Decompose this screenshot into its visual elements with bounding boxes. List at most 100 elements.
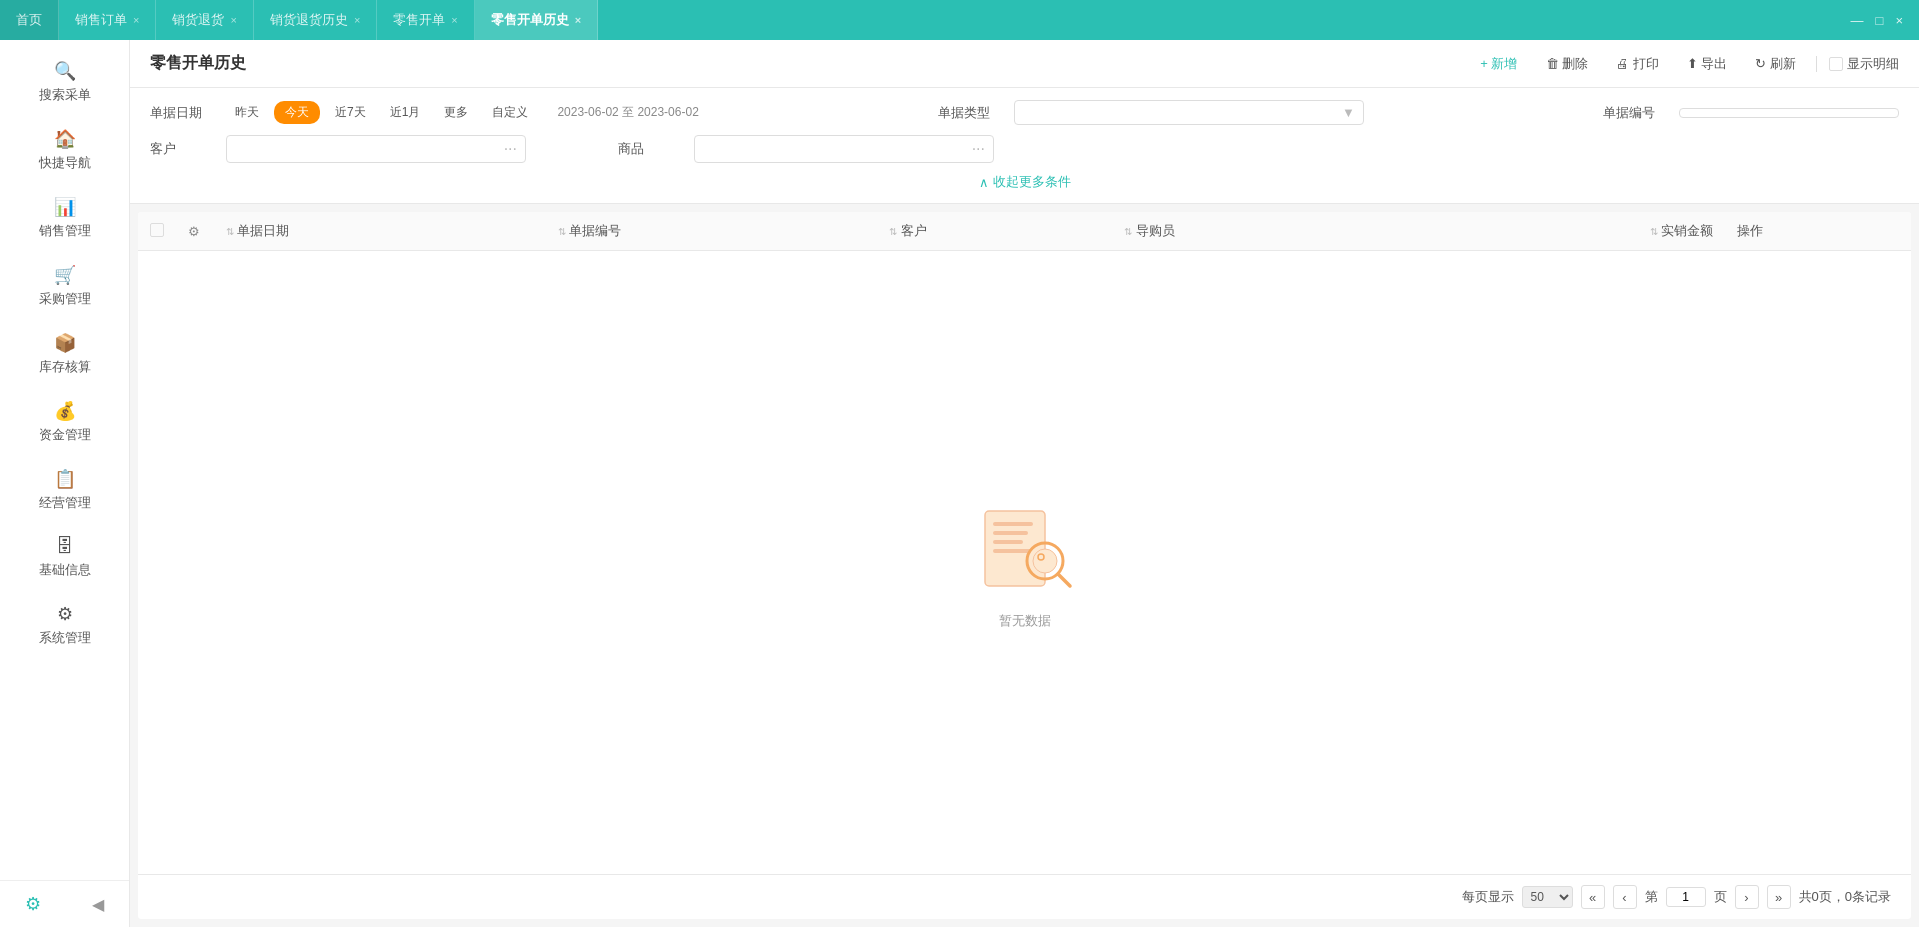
date-range: 2023-06-02 至 2023-06-02 [557, 104, 698, 121]
tab-list: 首页 销售订单 × 销货退货 × 销货退货历史 × 零售开单 × 零售开单历史 … [0, 0, 1851, 40]
window-min-button[interactable]: — [1851, 13, 1864, 28]
delete-button[interactable]: 🗑 删除 [1538, 51, 1597, 77]
table-header-gear: ⚙ [176, 212, 212, 251]
table-header-customer[interactable]: ⇅ 客户 [875, 212, 1110, 251]
page-of-label: 第 [1645, 888, 1658, 906]
svg-line-7 [1058, 574, 1070, 586]
page-next-button[interactable]: › [1735, 885, 1759, 909]
tab-retail-order-close[interactable]: × [451, 14, 457, 26]
select-all-checkbox[interactable] [150, 223, 164, 237]
print-button[interactable]: 🖨 打印 [1608, 51, 1667, 77]
inventory-icon: 📦 [54, 332, 76, 354]
finance-icon: 💰 [54, 400, 76, 422]
action-divider [1816, 56, 1817, 72]
page-number-input[interactable] [1666, 887, 1706, 907]
number-input[interactable] [1679, 108, 1899, 118]
table-header-number[interactable]: ⇅ 单据编号 [544, 212, 876, 251]
sidebar-item-system[interactable]: ⚙ 系统管理 [0, 591, 129, 659]
sidebar-item-sales[interactable]: 📊 销售管理 [0, 184, 129, 252]
date-btn-1month[interactable]: 近1月 [381, 101, 430, 124]
product-label: 商品 [618, 140, 678, 158]
sidebar-item-basic-info[interactable]: 🗄 基础信息 [0, 524, 129, 591]
svg-point-6 [1033, 549, 1057, 573]
svg-rect-2 [993, 531, 1028, 535]
page-first-button[interactable]: « [1581, 885, 1605, 909]
product-input[interactable]: ··· [694, 135, 994, 163]
customer-picker-icon[interactable]: ··· [504, 140, 517, 158]
sidebar-bottom: ⚙ ◀ [0, 880, 129, 927]
top-bar: 首页 销售订单 × 销货退货 × 销货退货历史 × 零售开单 × 零售开单历史 … [0, 0, 1919, 40]
sort-number-icon: ⇅ [558, 226, 566, 237]
sidebar-item-management[interactable]: 📋 经营管理 [0, 456, 129, 524]
tab-retail-order-history[interactable]: 零售开单历史 × [475, 0, 598, 40]
date-btn-more[interactable]: 更多 [435, 101, 477, 124]
tab-sales-order-close[interactable]: × [133, 14, 139, 26]
sidebar-item-nav[interactable]: 🏠 快捷导航 [0, 116, 129, 184]
date-label: 单据日期 [150, 104, 210, 122]
table-header-amount[interactable]: ⇅ 实销金额 [1394, 212, 1726, 251]
filter-area: 单据日期 昨天 今天 近7天 近1月 更多 自定义 2023-06-02 至 2… [130, 88, 1919, 204]
tab-retail-order[interactable]: 零售开单 × [377, 0, 474, 40]
tab-sales-return-history[interactable]: 销货退货历史 × [254, 0, 377, 40]
filter-row-2: 客户 ··· 商品 ··· [150, 135, 1899, 163]
svg-rect-3 [993, 540, 1023, 544]
empty-text: 暂无数据 [999, 612, 1051, 630]
main-layout: 🔍 搜索采单 🏠 快捷导航 📊 销售管理 🛒 采购管理 📦 库存核算 💰 资金管… [0, 40, 1919, 927]
table-header-salesperson[interactable]: ⇅ 导购员 [1110, 212, 1393, 251]
sort-customer-icon: ⇅ [889, 226, 897, 237]
home-icon: 🏠 [54, 128, 76, 150]
system-icon: ⚙ [57, 603, 73, 625]
page-prev-button[interactable]: ‹ [1613, 885, 1637, 909]
date-btn-7days[interactable]: 近7天 [326, 101, 375, 124]
date-btn-custom[interactable]: 自定义 [483, 101, 537, 124]
search-icon: 🔍 [54, 60, 76, 82]
window-close-button[interactable]: × [1895, 13, 1903, 28]
type-dropdown-icon: ▼ [1342, 105, 1355, 120]
table-header-date[interactable]: ⇅ 单据日期 [212, 212, 544, 251]
sidebar-item-purchase[interactable]: 🛒 采购管理 [0, 252, 129, 320]
content-area: 零售开单历史 + 新增 🗑 删除 🖨 打印 ⬆ 导出 ↻ 刷新 显示明细 单据日… [130, 40, 1919, 927]
date-btn-today[interactable]: 今天 [274, 101, 320, 124]
tab-sales-return[interactable]: 销货退货 × [156, 0, 253, 40]
pagination-summary: 共0页，0条记录 [1799, 888, 1891, 906]
sort-amount-icon: ⇅ [1650, 226, 1658, 237]
add-button[interactable]: + 新增 [1472, 51, 1525, 77]
sidebar-item-inventory[interactable]: 📦 库存核算 [0, 320, 129, 388]
customer-label: 客户 [150, 140, 210, 158]
page-last-button[interactable]: » [1767, 885, 1791, 909]
sidebar-collapse-button[interactable]: ◀ [92, 895, 104, 914]
pagination: 每页显示 50 10 20 100 « ‹ 第 页 › » 共0页，0条记录 [138, 874, 1911, 919]
sidebar-item-finance[interactable]: 💰 资金管理 [0, 388, 129, 456]
type-label: 单据类型 [938, 104, 998, 122]
sort-date-icon: ⇅ [226, 226, 234, 237]
management-icon: 📋 [54, 468, 76, 490]
product-picker-icon[interactable]: ··· [972, 140, 985, 158]
tab-sales-return-close[interactable]: × [230, 14, 236, 26]
table-area: ⚙ ⇅ 单据日期 ⇅ 单据编号 ⇅ [138, 212, 1911, 919]
tab-sales-order[interactable]: 销售订单 × [59, 0, 156, 40]
customer-input[interactable]: ··· [226, 135, 526, 163]
filter-collapse[interactable]: ∧ 收起更多条件 [150, 173, 1899, 191]
display-checkbox[interactable] [1829, 57, 1843, 71]
window-max-button[interactable]: □ [1876, 13, 1884, 28]
refresh-button[interactable]: ↻ 刷新 [1747, 51, 1804, 77]
tab-sales-return-history-close[interactable]: × [354, 14, 360, 26]
tab-home[interactable]: 首页 [0, 0, 59, 40]
header-actions: + 新增 🗑 删除 🖨 打印 ⬆ 导出 ↻ 刷新 显示明细 [1472, 51, 1899, 77]
type-input[interactable]: ▼ [1014, 100, 1364, 125]
basic-info-icon: 🗄 [56, 536, 74, 557]
chevron-up-icon: ∧ [979, 175, 989, 190]
window-controls: — □ × [1851, 13, 1919, 28]
date-buttons: 昨天 今天 近7天 近1月 更多 自定义 [226, 101, 537, 124]
per-page-select[interactable]: 50 10 20 100 [1522, 886, 1573, 908]
svg-rect-1 [993, 522, 1033, 526]
display-toggle[interactable]: 显示明细 [1829, 55, 1899, 73]
export-button[interactable]: ⬆ 导出 [1679, 51, 1736, 77]
tab-retail-order-history-close[interactable]: × [575, 14, 581, 26]
sidebar-item-search[interactable]: 🔍 搜索采单 [0, 48, 129, 116]
sales-icon: 📊 [54, 196, 76, 218]
sidebar-settings-button[interactable]: ⚙ [25, 893, 41, 915]
column-settings-icon[interactable]: ⚙ [188, 224, 200, 239]
page-suffix-label: 页 [1714, 888, 1727, 906]
date-btn-yesterday[interactable]: 昨天 [226, 101, 268, 124]
